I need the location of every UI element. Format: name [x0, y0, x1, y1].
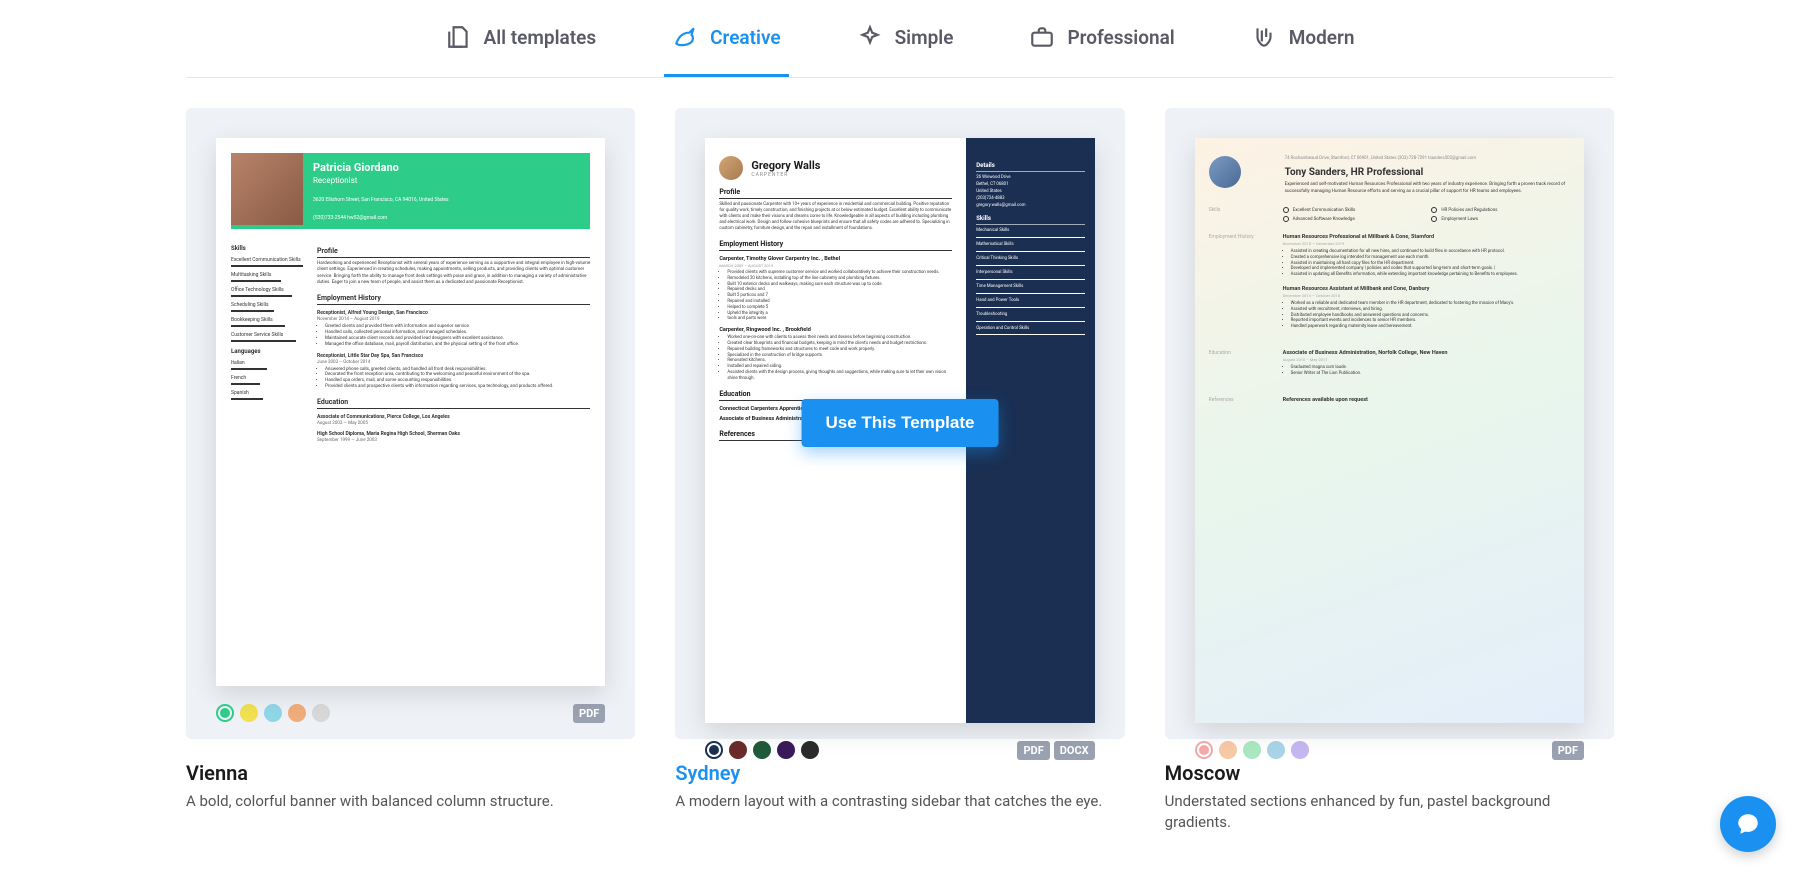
avatar [1209, 156, 1241, 188]
format-badge-pdf: PDF [1552, 741, 1584, 760]
color-swatch[interactable] [1291, 741, 1309, 759]
format-badge-pdf: PDF [1017, 741, 1049, 760]
template-desc: Understated sections enhanced by fun, pa… [1165, 791, 1614, 833]
use-template-button[interactable]: Use This Template [802, 399, 999, 447]
preview-box[interactable]: Gregory WallsCARPENTER Profile Skilled a… [675, 108, 1124, 739]
preview-box[interactable]: 74 Rochambeaud Drive, Stamford, CT 06901… [1165, 108, 1614, 739]
color-swatches [705, 741, 819, 759]
color-swatch[interactable] [801, 741, 819, 759]
category-tabs: All templates Creative Simple Profession… [186, 0, 1614, 78]
template-name[interactable]: Moscow [1165, 761, 1614, 785]
tab-modern[interactable]: Modern [1243, 0, 1363, 77]
color-swatch[interactable] [729, 741, 747, 759]
template-grid: Patricia Giordano Receptionist 3620 Elli… [186, 78, 1614, 833]
unicorn-icon [672, 24, 698, 50]
color-swatch[interactable] [1219, 741, 1237, 759]
documents-icon [446, 24, 472, 50]
color-swatch[interactable] [240, 704, 258, 722]
template-name[interactable]: Sydney [675, 761, 1124, 785]
briefcase-icon [1029, 24, 1055, 50]
color-swatches [216, 704, 330, 722]
color-swatch[interactable] [264, 704, 282, 722]
rock-icon [1251, 24, 1277, 50]
tab-all-templates[interactable]: All templates [438, 0, 605, 77]
preview-box[interactable]: Patricia Giordano Receptionist 3620 Elli… [186, 108, 635, 739]
template-desc: A bold, colorful banner with balanced co… [186, 791, 635, 812]
color-swatch[interactable] [1195, 741, 1213, 759]
color-swatch[interactable] [312, 704, 330, 722]
format-badge-docx: DOCX [1054, 741, 1095, 760]
chat-button[interactable] [1720, 796, 1776, 852]
color-swatch[interactable] [1267, 741, 1285, 759]
tab-simple[interactable]: Simple [849, 0, 962, 77]
avatar [719, 156, 743, 180]
avatar [231, 153, 303, 225]
chat-icon [1735, 811, 1761, 837]
color-swatch[interactable] [777, 741, 795, 759]
template-card-moscow: 74 Rochambeaud Drive, Stamford, CT 06901… [1165, 108, 1614, 833]
color-swatch[interactable] [705, 741, 723, 759]
color-swatches [1195, 741, 1309, 759]
tab-creative[interactable]: Creative [664, 0, 788, 77]
template-desc: A modern layout with a contrasting sideb… [675, 791, 1124, 812]
color-swatch[interactable] [216, 704, 234, 722]
resume-preview: 74 Rochambeaud Drive, Stamford, CT 06901… [1195, 138, 1584, 723]
tab-professional[interactable]: Professional [1021, 0, 1182, 77]
resume-preview: Patricia Giordano Receptionist 3620 Elli… [216, 138, 605, 686]
format-badge-pdf: PDF [573, 704, 605, 723]
sparkle-icon [857, 24, 883, 50]
color-swatch[interactable] [1243, 741, 1261, 759]
template-name[interactable]: Vienna [186, 761, 635, 785]
template-card-vienna: Patricia Giordano Receptionist 3620 Elli… [186, 108, 635, 833]
template-card-sydney: Gregory WallsCARPENTER Profile Skilled a… [675, 108, 1124, 833]
color-swatch[interactable] [288, 704, 306, 722]
color-swatch[interactable] [753, 741, 771, 759]
